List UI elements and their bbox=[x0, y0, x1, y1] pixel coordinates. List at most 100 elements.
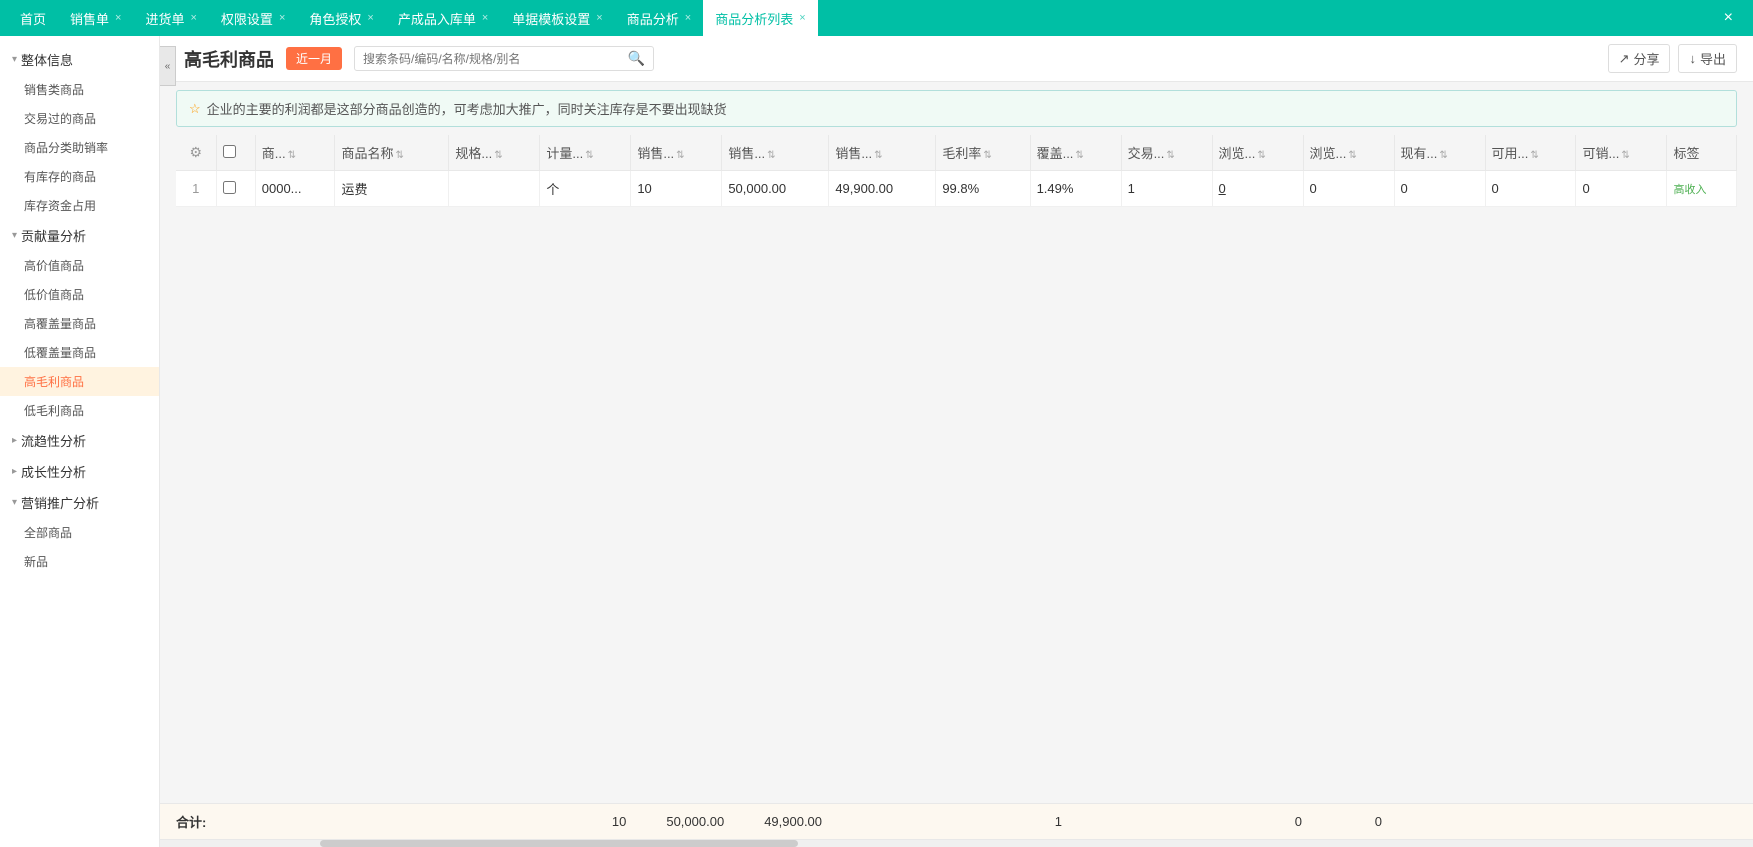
sort-icon[interactable]: ⇅ bbox=[983, 150, 991, 161]
sort-icon[interactable]: ⇅ bbox=[494, 150, 502, 161]
sort-icon[interactable]: ⇅ bbox=[1075, 150, 1083, 161]
row-gross-rate: 99.8% bbox=[936, 171, 1030, 207]
row-browse1[interactable]: 0 bbox=[1212, 171, 1303, 207]
select-all-checkbox[interactable] bbox=[223, 145, 236, 158]
nav-item-商品分析列表[interactable]: 商品分析列表× bbox=[703, 0, 817, 36]
row-index: 1 bbox=[176, 171, 216, 207]
filter-period-button[interactable]: 近一月 bbox=[286, 47, 342, 70]
col-header-11[interactable]: 交易...⇅ bbox=[1121, 135, 1212, 171]
nav-close-icon[interactable]: × bbox=[279, 12, 285, 24]
nav-close-icon[interactable]: × bbox=[596, 12, 602, 24]
nav-close-icon[interactable]: × bbox=[482, 12, 488, 24]
sidebar-item-低价值商品[interactable]: 低价值商品 bbox=[0, 280, 159, 309]
scrollbar-thumb[interactable] bbox=[320, 840, 798, 847]
group-arrow-icon: ▾ bbox=[12, 230, 17, 241]
sidebar-group-营销推广分析[interactable]: ▾营销推广分析 bbox=[0, 487, 159, 518]
sidebar-group-流趋性分析[interactable]: ▸流趋性分析 bbox=[0, 425, 159, 456]
sidebar-item-有库存的商品[interactable]: 有库存的商品 bbox=[0, 162, 159, 191]
nav-item-角色授权[interactable]: 角色授权× bbox=[297, 0, 385, 36]
nav-item-首页[interactable]: 首页 bbox=[8, 0, 58, 36]
nav-close-icon[interactable]: × bbox=[190, 12, 196, 24]
sort-icon[interactable]: ⇅ bbox=[585, 150, 593, 161]
sort-icon[interactable]: ⇅ bbox=[767, 150, 775, 161]
footer-cell-3 bbox=[486, 814, 566, 829]
footer-cell-9: 1 bbox=[1002, 814, 1082, 829]
nav-item-进货单[interactable]: 进货单× bbox=[133, 0, 208, 36]
sidebar-item-库存资金占用[interactable]: 库存资金占用 bbox=[0, 191, 159, 220]
sidebar-item-高毛利商品[interactable]: 高毛利商品 bbox=[0, 367, 159, 396]
col-header-14[interactable]: 现有...⇅ bbox=[1394, 135, 1485, 171]
sort-icon[interactable]: ⇅ bbox=[1257, 150, 1265, 161]
sidebar-item-新品[interactable]: 新品 bbox=[0, 547, 159, 576]
row-name: 运费 bbox=[335, 171, 449, 207]
row-select-checkbox[interactable] bbox=[223, 181, 236, 194]
share-icon: ↗ bbox=[1619, 51, 1630, 67]
sidebar-collapse-button[interactable]: « bbox=[160, 46, 176, 86]
nav-item-单据模板设置[interactable]: 单据模板设置× bbox=[500, 0, 614, 36]
col-header-2[interactable]: 商...⇅ bbox=[255, 135, 335, 171]
nav-item-产成品入库单[interactable]: 产成品入库单× bbox=[386, 0, 500, 36]
sort-icon[interactable]: ⇅ bbox=[1439, 150, 1447, 161]
sort-icon[interactable]: ⇅ bbox=[874, 150, 882, 161]
nav-close-icon[interactable]: × bbox=[115, 12, 121, 24]
col-header-4[interactable]: 规格...⇅ bbox=[449, 135, 540, 171]
row-sale1: 10 bbox=[631, 171, 722, 207]
sidebar-item-低覆盖量商品[interactable]: 低覆盖量商品 bbox=[0, 338, 159, 367]
top-navigation: 首页销售单×进货单×权限设置×角色授权×产成品入库单×单据模板设置×商品分析×商… bbox=[0, 0, 1753, 36]
sidebar-item-商品分类助销率[interactable]: 商品分类助销率 bbox=[0, 133, 159, 162]
col-header-5[interactable]: 计量...⇅ bbox=[540, 135, 631, 171]
footer-label: 合计: bbox=[176, 812, 206, 831]
row-code: 0000... bbox=[255, 171, 335, 207]
table-row: 10000...运费个1050,000.0049,900.0099.8%1.49… bbox=[176, 171, 1737, 207]
sidebar-group-贡献量分析[interactable]: ▾贡献量分析 bbox=[0, 220, 159, 251]
group-arrow-icon: ▾ bbox=[12, 497, 17, 508]
search-input[interactable] bbox=[363, 52, 628, 66]
share-button[interactable]: ↗ 分享 bbox=[1608, 44, 1671, 73]
col-header-15[interactable]: 可用...⇅ bbox=[1485, 135, 1576, 171]
footer-cell-0 bbox=[246, 814, 326, 829]
sidebar-group-整体信息[interactable]: ▾整体信息 bbox=[0, 44, 159, 75]
col-header-13[interactable]: 浏览...⇅ bbox=[1303, 135, 1394, 171]
sidebar-item-高价值商品[interactable]: 高价值商品 bbox=[0, 251, 159, 280]
sidebar-item-销售类商品[interactable]: 销售类商品 bbox=[0, 75, 159, 104]
nav-item-权限设置[interactable]: 权限设置× bbox=[209, 0, 297, 36]
col-header-12[interactable]: 浏览...⇅ bbox=[1212, 135, 1303, 171]
sort-icon[interactable]: ⇅ bbox=[395, 150, 403, 161]
export-button[interactable]: ↓ 导出 bbox=[1678, 44, 1737, 73]
row-tag: 高收入 bbox=[1667, 171, 1737, 207]
nav-item-销售单[interactable]: 销售单× bbox=[58, 0, 133, 36]
search-icon[interactable]: 🔍 bbox=[628, 50, 645, 67]
sidebar-item-低毛利商品[interactable]: 低毛利商品 bbox=[0, 396, 159, 425]
footer-cell-8 bbox=[922, 814, 1002, 829]
row-sale3: 49,900.00 bbox=[829, 171, 936, 207]
table-wrapper[interactable]: ⚙商...⇅商品名称⇅规格...⇅计量...⇅销售...⇅销售...⇅销售...… bbox=[160, 135, 1753, 803]
col-header-10[interactable]: 覆盖...⇅ bbox=[1030, 135, 1121, 171]
nav-close-icon[interactable]: × bbox=[367, 12, 373, 24]
col-header-9[interactable]: 毛利率⇅ bbox=[936, 135, 1030, 171]
sidebar-item-全部商品[interactable]: 全部商品 bbox=[0, 518, 159, 547]
sidebar-item-高覆盖量商品[interactable]: 高覆盖量商品 bbox=[0, 309, 159, 338]
col-header-16[interactable]: 可销...⇅ bbox=[1576, 135, 1667, 171]
nav-item-商品分析[interactable]: 商品分析× bbox=[615, 0, 703, 36]
sort-icon[interactable]: ⇅ bbox=[1530, 150, 1538, 161]
row-checkbox[interactable] bbox=[216, 171, 255, 207]
window-close-button[interactable]: × bbox=[1712, 0, 1745, 36]
footer-cell-10 bbox=[1082, 814, 1162, 829]
sort-icon[interactable]: ⇅ bbox=[1621, 150, 1629, 161]
browse-link[interactable]: 0 bbox=[1219, 181, 1226, 196]
col-header-3[interactable]: 商品名称⇅ bbox=[335, 135, 449, 171]
col-header-7[interactable]: 销售...⇅ bbox=[722, 135, 829, 171]
sidebar-group-成长性分析[interactable]: ▸成长性分析 bbox=[0, 456, 159, 487]
sort-icon[interactable]: ⇅ bbox=[1348, 150, 1356, 161]
main-layout: ▾整体信息销售类商品交易过的商品商品分类助销率有库存的商品库存资金占用▾贡献量分… bbox=[0, 36, 1753, 847]
sort-icon[interactable]: ⇅ bbox=[1166, 150, 1174, 161]
sidebar-item-交易过的商品[interactable]: 交易过的商品 bbox=[0, 104, 159, 133]
sort-icon[interactable]: ⇅ bbox=[676, 150, 684, 161]
bottom-scrollbar[interactable] bbox=[160, 839, 1753, 847]
nav-close-icon[interactable]: × bbox=[685, 12, 691, 24]
col-header-6[interactable]: 销售...⇅ bbox=[631, 135, 722, 171]
nav-close-icon[interactable]: × bbox=[799, 12, 805, 24]
col-header-8[interactable]: 销售...⇅ bbox=[829, 135, 936, 171]
settings-icon[interactable]: ⚙ bbox=[189, 144, 202, 160]
sort-icon[interactable]: ⇅ bbox=[288, 150, 296, 161]
